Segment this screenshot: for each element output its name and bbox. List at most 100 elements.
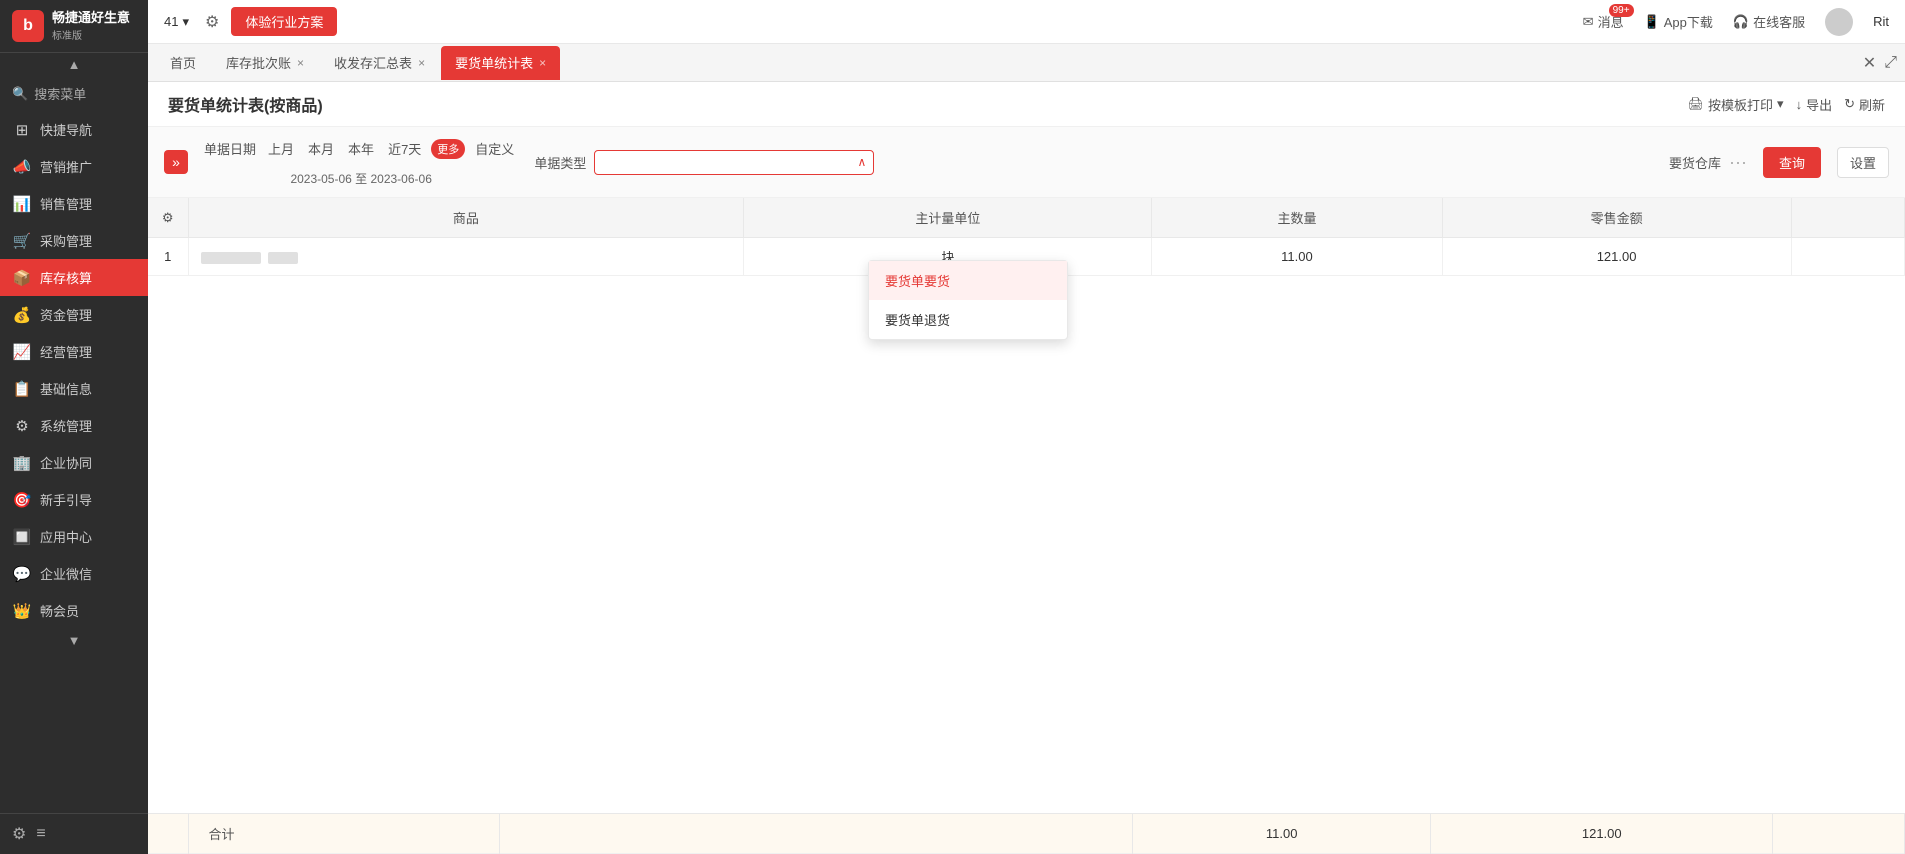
sidebar-item-quick-nav[interactable]: ⊞ 快捷导航 bbox=[0, 111, 148, 148]
sidebar-item-label: 经营管理 bbox=[40, 342, 92, 361]
this-month-btn[interactable]: 本月 bbox=[304, 137, 338, 160]
settings-icon[interactable]: ⚙ bbox=[12, 824, 26, 844]
sidebar-item-basic-info[interactable]: 📋 基础信息 bbox=[0, 370, 148, 407]
sidebar-item-inventory[interactable]: 📦 库存核算 bbox=[0, 259, 148, 296]
basic-info-icon: 📋 bbox=[12, 380, 32, 398]
col-product: 商品 bbox=[188, 198, 744, 238]
dropdown-item-requisition-order[interactable]: 要货单要货 bbox=[869, 261, 1067, 300]
close-window-btn[interactable]: ✕ bbox=[1863, 53, 1876, 73]
sidebar-item-finance[interactable]: 💰 资金管理 bbox=[0, 296, 148, 333]
tab-receivable-summary[interactable]: 收发存汇总表 × bbox=[320, 46, 439, 80]
export-icon: ↓ bbox=[1796, 97, 1803, 112]
refresh-btn[interactable]: ↻ 刷新 bbox=[1844, 95, 1885, 114]
sidebar-item-app-center[interactable]: 🔲 应用中心 bbox=[0, 518, 148, 555]
app-sub: 标准版 bbox=[52, 27, 130, 42]
last-7-days-btn[interactable]: 近7天 bbox=[384, 137, 425, 160]
date-shortcuts: 上月 本月 本年 近7天 更多 自定义 bbox=[264, 137, 518, 160]
type-dropdown-arrow[interactable]: ∧ bbox=[858, 155, 867, 169]
footer-unit-empty bbox=[499, 814, 1132, 854]
filter-expand-btn[interactable]: » bbox=[164, 150, 188, 174]
tab-close-receivable-summary[interactable]: × bbox=[418, 56, 425, 70]
trial-button[interactable]: 体验行业方案 bbox=[231, 7, 337, 36]
last-month-btn[interactable]: 上月 bbox=[264, 137, 298, 160]
sidebar-item-enterprise[interactable]: 🏢 企业协同 bbox=[0, 444, 148, 481]
tab-requisition-summary[interactable]: 要货单统计表 × bbox=[441, 46, 560, 80]
sidebar-item-guide[interactable]: 🎯 新手引导 bbox=[0, 481, 148, 518]
dropdown-item-requisition-return[interactable]: 要货单退货 bbox=[869, 300, 1067, 339]
date-range-display: 2023-05-06 至 2023-06-06 bbox=[290, 170, 431, 187]
app-download-btn[interactable]: 📱 App下载 bbox=[1644, 12, 1713, 31]
tab-home[interactable]: 首页 bbox=[156, 46, 210, 80]
product-placeholder-2 bbox=[268, 252, 298, 264]
sidebar-item-purchase[interactable]: 🛒 采购管理 bbox=[0, 222, 148, 259]
this-year-btn[interactable]: 本年 bbox=[344, 137, 378, 160]
export-label: 导出 bbox=[1806, 95, 1832, 114]
scroll-up-arrow[interactable]: ▲ bbox=[0, 53, 148, 76]
topbar-settings-icon[interactable]: ⚙ bbox=[205, 12, 219, 32]
filter-settings-button[interactable]: 设置 bbox=[1837, 147, 1889, 178]
app-download-label: App下载 bbox=[1664, 12, 1713, 31]
filter-date-group: 单据日期 上月 本月 本年 近7天 更多 自定义 2023-05-06 至 20… bbox=[204, 137, 518, 187]
username-label: Rit bbox=[1873, 14, 1889, 29]
app-name: 畅捷通好生意 bbox=[52, 10, 130, 27]
more-dates-btn[interactable]: 更多 bbox=[431, 139, 465, 159]
messages-badge: 99+ bbox=[1609, 4, 1634, 17]
type-dropdown: 要货单要货 要货单退货 bbox=[868, 260, 1068, 340]
sidebar-item-label: 企业协同 bbox=[40, 453, 92, 472]
menu-toggle-icon[interactable]: ≡ bbox=[36, 825, 45, 843]
sidebar-item-marketing[interactable]: 📣 营销推广 bbox=[0, 148, 148, 185]
col-quantity: 主数量 bbox=[1152, 198, 1442, 238]
online-service-btn[interactable]: 🎧 在线客服 bbox=[1733, 12, 1805, 31]
sidebar-item-label: 快捷导航 bbox=[40, 120, 92, 139]
window-controls: ✕ ⤢ bbox=[1863, 53, 1897, 73]
tab-close-requisition-summary[interactable]: × bbox=[539, 56, 546, 70]
maximize-window-btn[interactable]: ⤢ bbox=[1884, 54, 1897, 72]
table-header: ⚙ 商品 主计量单位 主数量 零售金额 bbox=[148, 198, 1905, 238]
finance-icon: 💰 bbox=[12, 306, 32, 324]
col-settings[interactable]: ⚙ bbox=[148, 198, 188, 238]
page-content: 要货单统计表(按商品) 🖨 按模板打印 ▾ ↓ 导出 ↻ 刷新 » bbox=[148, 82, 1905, 854]
sidebar-item-label: 采购管理 bbox=[40, 231, 92, 250]
tab-close-inventory-batch[interactable]: × bbox=[297, 56, 304, 70]
scroll-down-arrow[interactable]: ▼ bbox=[0, 629, 148, 652]
cell-index: 1 bbox=[148, 238, 188, 276]
footer-extra bbox=[1773, 814, 1905, 854]
topbar-right: ✉ 消息 99+ 📱 App下载 🎧 在线客服 Rit bbox=[1583, 8, 1889, 36]
refresh-label: 刷新 bbox=[1859, 95, 1885, 114]
cell-product bbox=[188, 238, 744, 276]
sidebar-search[interactable]: 🔍 搜索菜单 bbox=[0, 76, 148, 111]
warehouse-more-icon[interactable]: ··· bbox=[1729, 152, 1747, 173]
tab-inventory-batch-label: 库存批次账 bbox=[226, 53, 291, 72]
type-filter-input[interactable] bbox=[594, 150, 874, 175]
company-selector[interactable]: 41 ▾ bbox=[164, 14, 189, 30]
filter-type-group: 单据类型 ∧ bbox=[534, 150, 874, 175]
messages-btn[interactable]: ✉ 消息 99+ bbox=[1583, 12, 1624, 31]
sidebar: b 畅捷通好生意 标准版 ▲ 🔍 搜索菜单 ⊞ 快捷导航 📣 营销推广 📊 销售… bbox=[0, 0, 148, 854]
sidebar-logo: b 畅捷通好生意 标准版 bbox=[0, 0, 148, 53]
tab-inventory-batch[interactable]: 库存批次账 × bbox=[212, 46, 318, 80]
print-icon: 🖨 bbox=[1688, 96, 1705, 112]
sidebar-item-wechat-biz[interactable]: 💬 企业微信 bbox=[0, 555, 148, 592]
purchase-icon: 🛒 bbox=[12, 232, 32, 250]
col-amount: 零售金额 bbox=[1442, 198, 1791, 238]
custom-date-btn[interactable]: 自定义 bbox=[471, 137, 518, 160]
sidebar-item-vip-member[interactable]: 👑 畅会员 bbox=[0, 592, 148, 629]
export-btn[interactable]: ↓ 导出 bbox=[1796, 95, 1833, 114]
query-button[interactable]: 查询 bbox=[1763, 147, 1821, 178]
warehouse-filter-label: 要货仓库 bbox=[1669, 153, 1721, 172]
sales-icon: 📊 bbox=[12, 195, 32, 213]
table-footer: 合计 11.00 121.00 bbox=[148, 813, 1905, 854]
company-number: 41 bbox=[164, 14, 178, 29]
sidebar-item-operations[interactable]: 📈 经营管理 bbox=[0, 333, 148, 370]
page-title: 要货单统计表(按商品) bbox=[168, 92, 323, 116]
refresh-icon: ↻ bbox=[1844, 96, 1855, 112]
phone-icon: 📱 bbox=[1644, 14, 1660, 30]
print-btn[interactable]: 🖨 按模板打印 ▾ bbox=[1688, 95, 1784, 114]
user-avatar[interactable] bbox=[1825, 8, 1853, 36]
footer-empty-1 bbox=[148, 814, 188, 854]
col-unit: 主计量单位 bbox=[744, 198, 1152, 238]
sidebar-item-sales[interactable]: 📊 销售管理 bbox=[0, 185, 148, 222]
type-filter-label: 单据类型 bbox=[534, 153, 586, 172]
sidebar-item-label: 系统管理 bbox=[40, 416, 92, 435]
sidebar-item-system[interactable]: ⚙ 系统管理 bbox=[0, 407, 148, 444]
